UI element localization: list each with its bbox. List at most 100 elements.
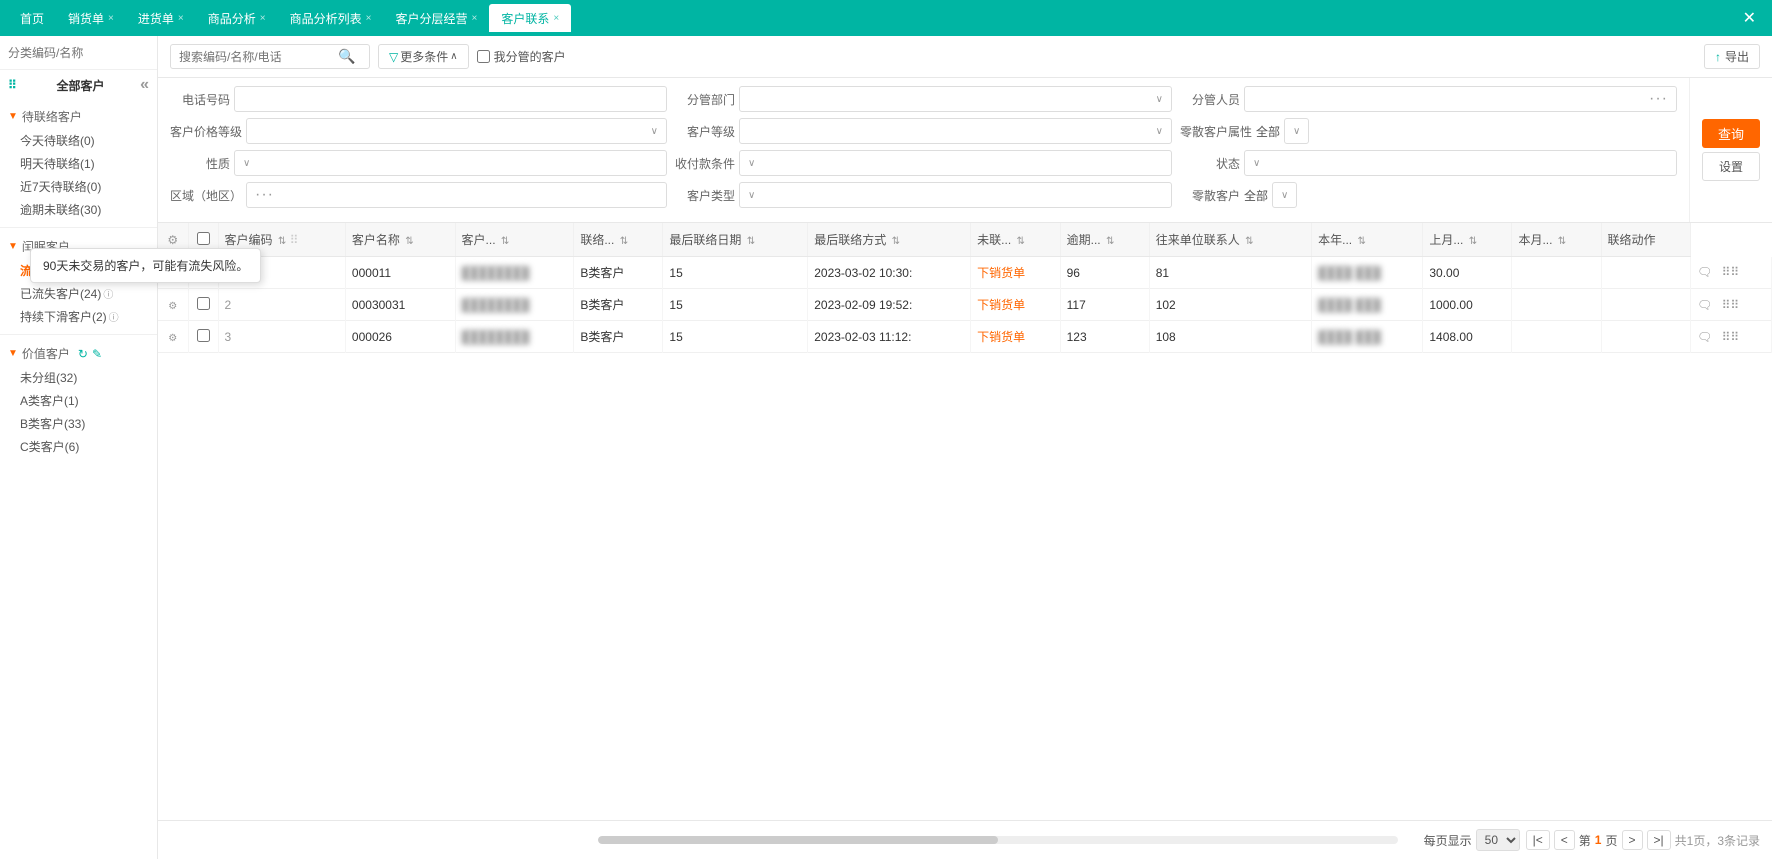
zero-attr-select[interactable]: ∨: [1284, 118, 1309, 144]
tab-analysis-list[interactable]: 商品分析列表 ×: [278, 4, 384, 32]
sidebar-item-today[interactable]: 今天待联络(0): [0, 129, 157, 152]
tab-sales[interactable]: 销货单 ×: [56, 4, 126, 32]
sidebar-item-7days[interactable]: 近7天待联络(0): [0, 175, 157, 198]
section-value-edit-icon[interactable]: ✎: [92, 347, 102, 361]
my-customers-checkbox[interactable]: [477, 50, 490, 63]
zero-cust-select[interactable]: ∨: [1272, 182, 1297, 208]
page-prev-button[interactable]: <: [1554, 830, 1575, 850]
tab-customer-contact-close[interactable]: ×: [553, 13, 559, 24]
page-last-button[interactable]: >|: [1647, 830, 1671, 850]
tab-analysis[interactable]: 商品分析 ×: [196, 4, 278, 32]
more-conditions-button[interactable]: ▽ 更多条件 ∧: [378, 44, 469, 69]
select-all-checkbox[interactable]: [197, 232, 210, 245]
declining-info-icon[interactable]: ⓘ: [109, 309, 119, 324]
section-value-title[interactable]: ▼ 价值客户 ↻ ✎: [0, 341, 157, 366]
sidebar-item-c-class[interactable]: C类客户(6): [0, 435, 157, 458]
query-button[interactable]: 查询: [1702, 119, 1760, 148]
row-action[interactable]: 🗨 ⠿⠿: [1690, 257, 1771, 289]
row-action-more-icon[interactable]: ⠿⠿: [1722, 298, 1740, 312]
filter-input-phone[interactable]: [234, 86, 667, 112]
horizontal-scrollbar[interactable]: [598, 836, 1398, 844]
row-last-method[interactable]: 下销货单: [971, 321, 1060, 353]
sidebar-search-input[interactable]: [8, 46, 158, 60]
row-action-more-icon[interactable]: ⠿⠿: [1722, 265, 1740, 279]
col-code-label: 客户编码: [225, 233, 273, 247]
section-value-refresh-icon[interactable]: ↻: [78, 347, 88, 361]
col-code-sort[interactable]: ⇅: [278, 236, 286, 247]
all-customers-label: 全部客户: [56, 77, 104, 94]
col-name-sort[interactable]: ⇅: [405, 236, 413, 247]
row-name: ████████: [455, 321, 574, 353]
col-type-sort[interactable]: ⇅: [501, 236, 509, 247]
tab-home[interactable]: 首页: [8, 4, 56, 32]
sidebar-item-a-class[interactable]: A类客户(1): [0, 389, 157, 412]
row-last-method[interactable]: 下销货单: [971, 289, 1060, 321]
manager-dots[interactable]: ···: [1649, 90, 1668, 108]
row-checkbox[interactable]: [197, 297, 210, 310]
tab-customer-layer-close[interactable]: ×: [471, 13, 477, 24]
filter-input-price-level[interactable]: ∨: [246, 118, 667, 144]
filter-input-manager[interactable]: ···: [1244, 86, 1677, 112]
row-action-more-icon[interactable]: ⠿⠿: [1722, 330, 1740, 344]
row-action-contact-icon[interactable]: 🗨: [1697, 298, 1712, 312]
tab-customer-layer[interactable]: 客户分层经营 ×: [383, 4, 489, 32]
region-dots[interactable]: ···: [255, 186, 274, 204]
my-customers-checkbox-wrap[interactable]: 我分管的客户: [477, 48, 566, 65]
col-code-drag[interactable]: ⠿: [290, 233, 299, 247]
col-last-method-sort[interactable]: ⇅: [892, 236, 900, 247]
tab-purchase-close[interactable]: ×: [178, 13, 184, 24]
col-company-contact-sort[interactable]: ⇅: [1245, 236, 1253, 247]
all-customers-header[interactable]: ⠿ 全部客户 «: [0, 70, 157, 100]
tab-sales-close[interactable]: ×: [108, 13, 114, 24]
sidebar-item-churned[interactable]: 已流失客户(24) ⓘ: [0, 282, 157, 305]
sidebar-item-tomorrow[interactable]: 明天待联络(1): [0, 152, 157, 175]
filter-input-cust-type[interactable]: ∨: [739, 182, 1172, 208]
search-input-wrap[interactable]: 🔍: [170, 44, 370, 69]
filter-search-icon[interactable]: 🔍: [338, 48, 355, 65]
row-last-month: [1512, 321, 1601, 353]
col-this-year-sort[interactable]: ⇅: [1357, 236, 1365, 247]
tab-purchase[interactable]: 进货单 ×: [126, 4, 196, 32]
row-last-month: [1512, 289, 1601, 321]
row-code: 000011: [345, 257, 455, 289]
sidebar-item-b-class[interactable]: B类客户(33): [0, 412, 157, 435]
collapse-icon[interactable]: «: [140, 76, 149, 94]
row-action-contact-icon[interactable]: 🗨: [1697, 265, 1712, 279]
page-first-button[interactable]: |<: [1526, 830, 1550, 850]
tab-customer-contact[interactable]: 客户联系 ×: [489, 4, 571, 32]
col-overdue-sort[interactable]: ⇅: [1106, 236, 1114, 247]
col-last-month-sort[interactable]: ⇅: [1469, 236, 1477, 247]
col-last-date-sort[interactable]: ⇅: [747, 236, 755, 247]
filter-input-nature[interactable]: ∨: [234, 150, 667, 176]
row-last-method[interactable]: 下销货单: [971, 257, 1060, 289]
row-checkbox-cell[interactable]: [188, 321, 218, 353]
per-page-select[interactable]: 50: [1476, 829, 1520, 851]
tab-analysis-list-close[interactable]: ×: [366, 13, 372, 24]
row-action[interactable]: 🗨 ⠿⠿: [1690, 289, 1771, 321]
filter-input-dept[interactable]: ∨: [739, 86, 1172, 112]
export-button[interactable]: ↑ 导出: [1704, 44, 1760, 69]
row-checkbox[interactable]: [197, 329, 210, 342]
tab-analysis-close[interactable]: ×: [260, 13, 266, 24]
section-waiting-title[interactable]: ▼ 待联络客户: [0, 104, 157, 129]
sidebar-item-ungrp[interactable]: 未分组(32): [0, 366, 157, 389]
row-action-contact-icon[interactable]: 🗨: [1697, 330, 1712, 344]
sidebar-item-declining[interactable]: 持续下滑客户(2) ⓘ: [0, 305, 157, 328]
settings-button[interactable]: 设置: [1702, 152, 1760, 181]
search-input[interactable]: [179, 50, 334, 64]
sidebar-item-overdue-contact[interactable]: 逾期未联络(30): [0, 198, 157, 221]
window-close-button[interactable]: ✕: [1735, 8, 1764, 28]
filter-input-region[interactable]: ···: [246, 182, 667, 208]
filter-input-status[interactable]: ∨: [1244, 150, 1677, 176]
page-next-button[interactable]: >: [1622, 830, 1643, 850]
col-contact-count-sort[interactable]: ⇅: [620, 236, 628, 247]
row-checkbox-cell[interactable]: [188, 289, 218, 321]
churned-info-icon[interactable]: ⓘ: [103, 286, 113, 301]
col-un-contact-sort[interactable]: ⇅: [1017, 236, 1025, 247]
col-this-month-sort[interactable]: ⇅: [1558, 236, 1566, 247]
filter-input-payment[interactable]: ∨: [739, 150, 1172, 176]
row-action[interactable]: 🗨 ⠿⠿: [1690, 321, 1771, 353]
filter-input-cust-level[interactable]: ∨: [739, 118, 1172, 144]
table-area: ⚙ 客户编码 ⇅ ⠿ 客户名称 ⇅: [158, 223, 1772, 820]
phone-input[interactable]: [243, 92, 658, 106]
